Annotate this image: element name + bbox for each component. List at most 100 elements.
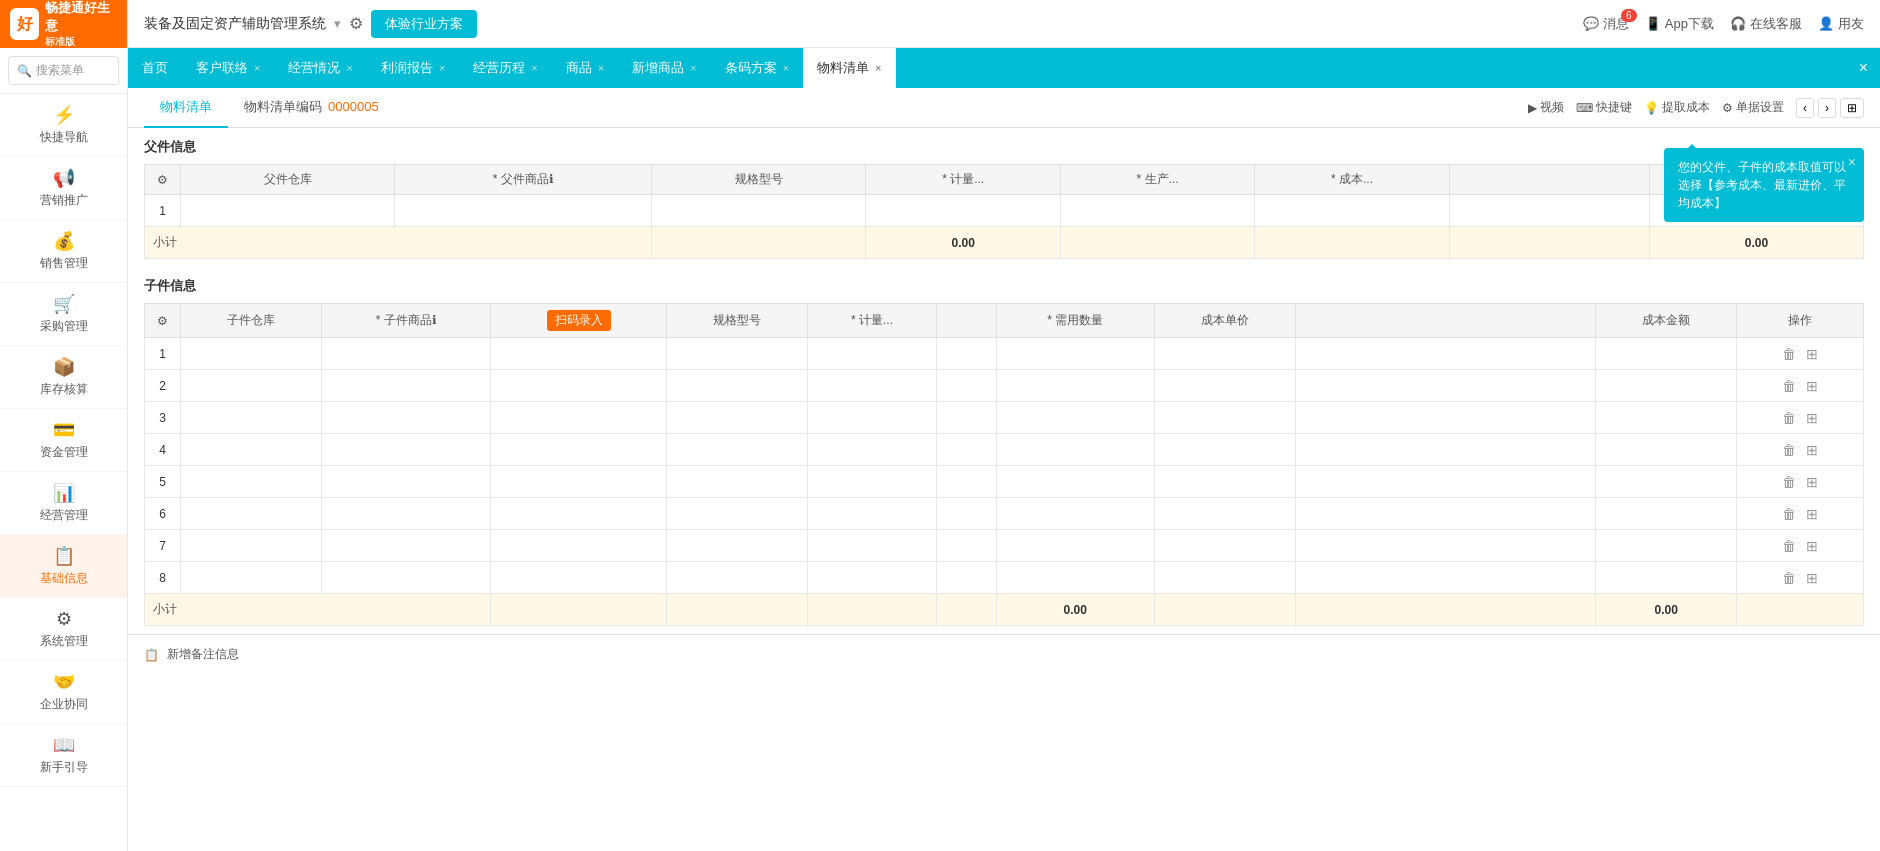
child-row-3-scan[interactable] xyxy=(491,402,667,434)
tab-profit[interactable]: 利润报告 × xyxy=(367,48,459,88)
child-row-2-spec[interactable] xyxy=(667,370,808,402)
tab-close-profit[interactable]: × xyxy=(439,62,445,74)
child-row-2-unit-cost[interactable] xyxy=(1155,370,1296,402)
child-row-5-scan[interactable] xyxy=(491,466,667,498)
delete-row-3-button[interactable]: 🗑 xyxy=(1779,408,1799,428)
child-row-1-unit-cost[interactable] xyxy=(1155,338,1296,370)
tab-close-barcode[interactable]: × xyxy=(783,62,789,74)
parent-row-1-produce[interactable] xyxy=(1060,195,1254,227)
child-row-6-qty[interactable] xyxy=(996,498,1155,530)
tab-close-goods[interactable]: × xyxy=(598,62,604,74)
sidebar-item-cooperation[interactable]: 🤝 企业协同 xyxy=(0,661,127,724)
delete-row-2-button[interactable]: 🗑 xyxy=(1779,376,1799,396)
child-row-1-extra2[interactable] xyxy=(1296,338,1596,370)
child-row-4-warehouse[interactable] xyxy=(181,434,322,466)
parent-row-1-unit[interactable] xyxy=(866,195,1060,227)
child-row-5-unit[interactable] xyxy=(808,466,936,498)
sidebar-item-system[interactable]: ⚙ 系统管理 xyxy=(0,598,127,661)
child-row-6-unit-cost[interactable] xyxy=(1155,498,1296,530)
child-row-7-unit-cost[interactable] xyxy=(1155,530,1296,562)
child-row-3-goods[interactable] xyxy=(322,402,491,434)
copy-row-7-button[interactable]: ⊞ xyxy=(1803,536,1821,556)
tab-close-customer[interactable]: × xyxy=(254,62,260,74)
page-next-button[interactable]: › xyxy=(1818,98,1836,118)
tab-close-new-goods[interactable]: × xyxy=(690,62,696,74)
copy-row-6-button[interactable]: ⊞ xyxy=(1803,504,1821,524)
child-row-8-extra2[interactable] xyxy=(1296,562,1596,594)
tab-goods[interactable]: 商品 × xyxy=(552,48,618,88)
child-row-2-goods[interactable] xyxy=(322,370,491,402)
sidebar-item-basics[interactable]: 📋 基础信息 xyxy=(0,535,127,598)
user-button[interactable]: 👤 用友 xyxy=(1818,15,1864,33)
sidebar-item-sales[interactable]: 💰 销售管理 xyxy=(0,220,127,283)
child-row-1-goods[interactable] xyxy=(322,338,491,370)
child-row-8-extra[interactable] xyxy=(936,562,996,594)
child-row-3-qty[interactable] xyxy=(996,402,1155,434)
child-row-7-extra[interactable] xyxy=(936,530,996,562)
app-download-button[interactable]: 📱 App下载 xyxy=(1645,15,1714,33)
th-child-scan[interactable]: 扫码录入 xyxy=(491,304,667,338)
tab-barcode[interactable]: 条码方案 × xyxy=(711,48,803,88)
parent-row-1-extra[interactable] xyxy=(1449,195,1649,227)
sidebar-item-quicknav[interactable]: ⚡ 快捷导航 xyxy=(0,94,127,157)
tab-bom[interactable]: 物料清单 × xyxy=(803,48,895,88)
child-row-4-extra[interactable] xyxy=(936,434,996,466)
child-row-7-scan[interactable] xyxy=(491,530,667,562)
search-menu-button[interactable]: 🔍 搜索菜单 xyxy=(8,56,119,85)
extract-cost-button[interactable]: 💡 提取成本 xyxy=(1644,99,1710,116)
tab-new-goods[interactable]: 新增商品 × xyxy=(618,48,710,88)
child-row-1-qty[interactable] xyxy=(996,338,1155,370)
child-row-8-unit-cost[interactable] xyxy=(1155,562,1296,594)
child-row-5-extra2[interactable] xyxy=(1296,466,1596,498)
tab-history[interactable]: 经营历程 × xyxy=(459,48,551,88)
delete-row-6-button[interactable]: 🗑 xyxy=(1779,504,1799,524)
copy-row-1-button[interactable]: ⊞ xyxy=(1803,344,1821,364)
child-row-8-goods[interactable] xyxy=(322,562,491,594)
tab-close-history[interactable]: × xyxy=(531,62,537,74)
child-row-4-extra2[interactable] xyxy=(1296,434,1596,466)
child-row-4-goods[interactable] xyxy=(322,434,491,466)
parent-row-1-goods[interactable] xyxy=(395,195,652,227)
child-row-2-warehouse[interactable] xyxy=(181,370,322,402)
message-button[interactable]: 💬 消息 6 xyxy=(1583,15,1629,33)
delete-row-4-button[interactable]: 🗑 xyxy=(1779,440,1799,460)
parent-row-1-cost[interactable] xyxy=(1255,195,1449,227)
tab-operation[interactable]: 经营情况 × xyxy=(274,48,366,88)
th-parent-settings[interactable]: ⚙ xyxy=(145,165,181,195)
child-row-3-extra[interactable] xyxy=(936,402,996,434)
shortcut-button[interactable]: ⌨ 快捷键 xyxy=(1576,99,1632,116)
child-row-7-goods[interactable] xyxy=(322,530,491,562)
close-all-tabs-button[interactable]: × xyxy=(1847,59,1880,77)
child-row-6-scan[interactable] xyxy=(491,498,667,530)
copy-row-2-button[interactable]: ⊞ xyxy=(1803,376,1821,396)
tab-customer[interactable]: 客户联络 × xyxy=(182,48,274,88)
child-row-5-spec[interactable] xyxy=(667,466,808,498)
child-row-6-extra[interactable] xyxy=(936,498,996,530)
delete-row-5-button[interactable]: 🗑 xyxy=(1779,472,1799,492)
child-row-2-amount[interactable] xyxy=(1596,370,1737,402)
view-button[interactable]: ▶ 视频 xyxy=(1528,99,1564,116)
child-row-1-unit[interactable] xyxy=(808,338,936,370)
sidebar-item-purchase[interactable]: 🛒 采购管理 xyxy=(0,283,127,346)
child-row-1-amount[interactable] xyxy=(1596,338,1737,370)
child-row-4-unit-cost[interactable] xyxy=(1155,434,1296,466)
child-row-1-spec[interactable] xyxy=(667,338,808,370)
child-row-5-qty[interactable] xyxy=(996,466,1155,498)
sub-tab-bom-code[interactable]: 物料清单编码 0000005 xyxy=(228,88,395,128)
tooltip-close-button[interactable]: × xyxy=(1848,152,1856,173)
th-child-settings[interactable]: ⚙ xyxy=(145,304,181,338)
child-row-1-action[interactable]: 🗑 ⊞ xyxy=(1737,338,1864,370)
online-service-button[interactable]: 🎧 在线客服 xyxy=(1730,15,1802,33)
child-row-7-unit[interactable] xyxy=(808,530,936,562)
single-setting-button[interactable]: ⚙ 单据设置 xyxy=(1722,99,1784,116)
tab-home[interactable]: 首页 xyxy=(128,48,182,88)
child-row-7-warehouse[interactable] xyxy=(181,530,322,562)
child-row-4-amount[interactable] xyxy=(1596,434,1737,466)
copy-row-5-button[interactable]: ⊞ xyxy=(1803,472,1821,492)
delete-row-1-button[interactable]: 🗑 xyxy=(1779,344,1799,364)
parent-row-1-spec[interactable] xyxy=(652,195,866,227)
tab-close-bom[interactable]: × xyxy=(875,62,881,74)
child-row-8-spec[interactable] xyxy=(667,562,808,594)
system-dropdown-icon[interactable]: ▾ xyxy=(334,16,341,31)
child-row-6-warehouse[interactable] xyxy=(181,498,322,530)
